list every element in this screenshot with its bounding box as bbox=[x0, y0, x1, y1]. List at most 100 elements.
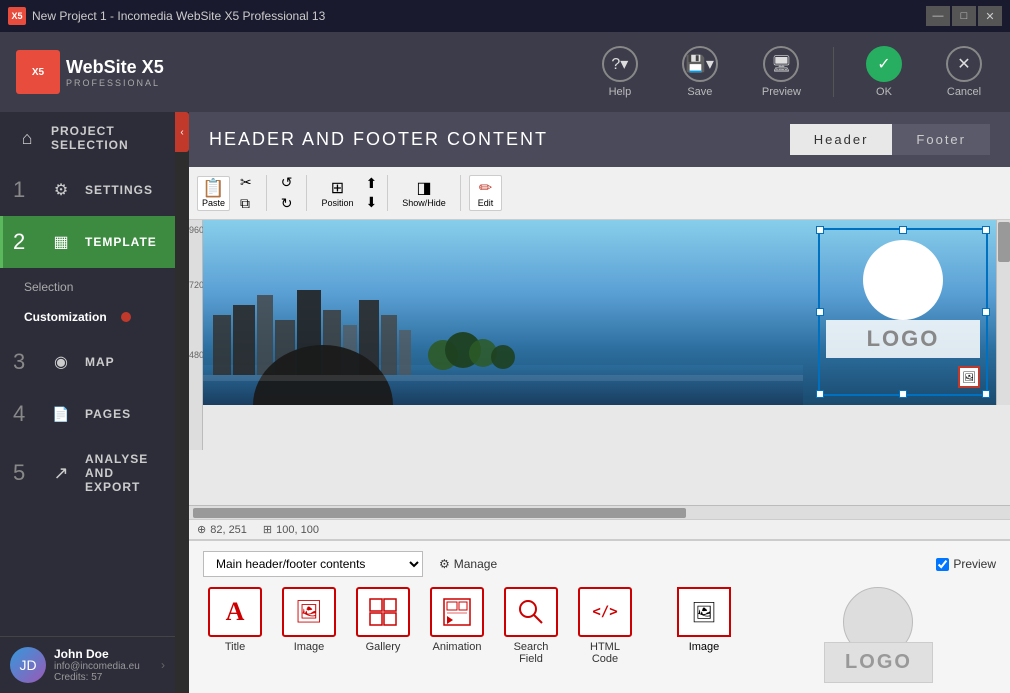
sidebar-collapse-button[interactable]: ‹ bbox=[175, 112, 189, 152]
logo-main: WebSite X5 bbox=[66, 57, 164, 78]
user-credits: Credits: 57 bbox=[54, 672, 153, 683]
ok-icon: ✓ bbox=[866, 46, 902, 82]
analyse-label2: EXPORT bbox=[85, 480, 165, 494]
redo-button[interactable]: ↻ bbox=[277, 194, 297, 213]
widget-search-label: SearchField bbox=[514, 641, 549, 665]
show-hide-button[interactable]: ◨ Show/Hide bbox=[396, 176, 452, 210]
scrollbar-vertical[interactable] bbox=[996, 220, 1010, 405]
position-button[interactable]: ⊞ Position bbox=[315, 176, 359, 210]
manage-button[interactable]: ⚙ Manage bbox=[431, 553, 505, 575]
manage-label: Manage bbox=[454, 557, 497, 571]
tab-header[interactable]: Header bbox=[790, 124, 893, 155]
preview-panel: 🖼 Image bbox=[677, 587, 731, 661]
save-icon: 💾▾ bbox=[682, 46, 718, 82]
paste-label: Paste bbox=[202, 198, 225, 208]
preview-checkbox[interactable] bbox=[936, 558, 949, 571]
toolbar-sep3 bbox=[387, 175, 388, 211]
tab-footer[interactable]: Footer bbox=[892, 124, 990, 155]
toolbar-sep2 bbox=[306, 175, 307, 211]
position-values: 82, 251 bbox=[210, 524, 247, 536]
paste-button[interactable]: 📋 Paste bbox=[197, 176, 230, 211]
logo-text: WebSite X5 PROFESSIONAL bbox=[66, 57, 164, 88]
preview-button[interactable]: 🖥 Preview bbox=[750, 40, 813, 104]
preview-image-label: Image bbox=[689, 641, 720, 653]
titlebar: X5 New Project 1 - Incomedia WebSite X5 … bbox=[0, 0, 1010, 32]
scrollbar-thumb-h[interactable] bbox=[193, 508, 686, 518]
widget-html[interactable]: </> HTMLCode bbox=[573, 587, 637, 665]
map-num: 3 bbox=[13, 349, 37, 375]
user-email: info@incomedia.eu bbox=[54, 661, 153, 672]
ok-button[interactable]: ✓ OK bbox=[854, 40, 914, 104]
copy-button[interactable]: ⧉ bbox=[236, 194, 256, 213]
canvas-viewport[interactable]: LOGO 🖼 bbox=[203, 220, 996, 415]
tabs-row: Header Footer bbox=[790, 124, 990, 155]
scrollbar-horizontal[interactable] bbox=[189, 505, 1010, 519]
preview-icon: 🖥 bbox=[763, 46, 799, 82]
sidebar-sub-customization[interactable]: Customization bbox=[14, 304, 117, 330]
send-back-button[interactable]: ⬇ bbox=[366, 194, 378, 211]
maximize-button[interactable]: □ bbox=[952, 6, 976, 26]
preview-logo-text: LOGO bbox=[824, 642, 933, 683]
size-values: 100, 100 bbox=[276, 524, 319, 536]
sidebar-collapse-arrow[interactable]: › bbox=[161, 658, 165, 672]
panel-toolbar: Main header/footer contents ⚙ Manage Pre… bbox=[203, 551, 996, 577]
main-layout: PROJECT SELECTION 1 SETTINGS 2 TEMPLATE … bbox=[0, 112, 1010, 693]
widget-gallery[interactable]: Gallery bbox=[351, 587, 415, 665]
edit-button[interactable]: ✏ Edit bbox=[469, 175, 503, 211]
toolbar-sep1 bbox=[266, 175, 267, 211]
preview-logo-panel: LOGO bbox=[761, 587, 996, 683]
cancel-label: Cancel bbox=[947, 86, 981, 98]
save-button[interactable]: 💾▾ Save bbox=[670, 40, 730, 104]
edit-label: Edit bbox=[478, 198, 494, 208]
preview-check-text: Preview bbox=[953, 557, 996, 571]
help-button[interactable]: ?▾ Help bbox=[590, 40, 650, 104]
widget-animation[interactable]: Animation bbox=[425, 587, 489, 665]
page-icon bbox=[47, 400, 75, 428]
window-controls: — □ ✕ bbox=[926, 6, 1002, 26]
cut-button[interactable]: ✂ bbox=[236, 173, 256, 192]
send-forward-button[interactable]: ⬆ bbox=[366, 175, 378, 192]
handle-bm bbox=[899, 390, 907, 398]
gear-icon bbox=[47, 176, 75, 204]
preview-check-label[interactable]: Preview bbox=[936, 557, 996, 571]
page-title: HEADER AND FOOTER CONTENT bbox=[209, 129, 548, 150]
sidebar-item-template[interactable]: 2 TEMPLATE bbox=[0, 216, 175, 268]
user-info: John Doe info@incomedia.eu Credits: 57 bbox=[54, 647, 153, 683]
sidebar: PROJECT SELECTION 1 SETTINGS 2 TEMPLATE … bbox=[0, 112, 175, 693]
map-label: MAP bbox=[85, 355, 115, 369]
contents-dropdown[interactable]: Main header/footer contents bbox=[203, 551, 423, 577]
widget-animation-label: Animation bbox=[433, 641, 482, 653]
sidebar-item-map[interactable]: 3 MAP bbox=[0, 336, 175, 388]
sidebar-item-settings[interactable]: 1 SETTINGS bbox=[0, 164, 175, 216]
widget-image[interactable]: 🖼 Image bbox=[277, 587, 341, 665]
close-button[interactable]: ✕ bbox=[978, 6, 1002, 26]
settings-label: SETTINGS bbox=[85, 183, 153, 197]
content-header: HEADER AND FOOTER CONTENT Header Footer bbox=[189, 112, 1010, 167]
widget-animation-icon bbox=[430, 587, 484, 637]
template-icon bbox=[47, 228, 75, 256]
toolbar-separator bbox=[833, 47, 834, 97]
toolbar-sep4 bbox=[460, 175, 461, 211]
show-hide-icon: ◨ bbox=[416, 178, 431, 198]
settings-num: 1 bbox=[13, 177, 37, 203]
ruler-mark-480: 480px bbox=[189, 350, 202, 360]
logo-overlay-container[interactable]: LOGO 🖼 bbox=[818, 228, 988, 396]
sidebar-item-project[interactable]: PROJECT SELECTION bbox=[0, 112, 175, 164]
widget-title[interactable]: A Title bbox=[203, 587, 267, 665]
scrollbar-thumb-v[interactable] bbox=[998, 222, 1010, 262]
size-icon-small: ⊞ bbox=[263, 523, 272, 536]
handle-mr bbox=[982, 308, 990, 316]
cancel-button[interactable]: ✕ Cancel bbox=[934, 40, 994, 104]
minimize-button[interactable]: — bbox=[926, 6, 950, 26]
logo-area: X5 WebSite X5 PROFESSIONAL bbox=[16, 50, 164, 94]
sidebar-item-analyse[interactable]: 5 ANALYSE AND EXPORT bbox=[0, 440, 175, 506]
sidebar-sub-selection[interactable]: Selection bbox=[14, 274, 83, 300]
position-icon: ⊞ bbox=[331, 178, 344, 198]
save-label: Save bbox=[687, 86, 712, 98]
undo-button[interactable]: ↺ bbox=[277, 173, 297, 192]
sidebar-item-pages[interactable]: 4 PAGES bbox=[0, 388, 175, 440]
widget-image-icon: 🖼 bbox=[282, 587, 336, 637]
template-num: 2 bbox=[13, 229, 37, 255]
widget-search[interactable]: SearchField bbox=[499, 587, 563, 665]
pages-num: 4 bbox=[13, 401, 37, 427]
